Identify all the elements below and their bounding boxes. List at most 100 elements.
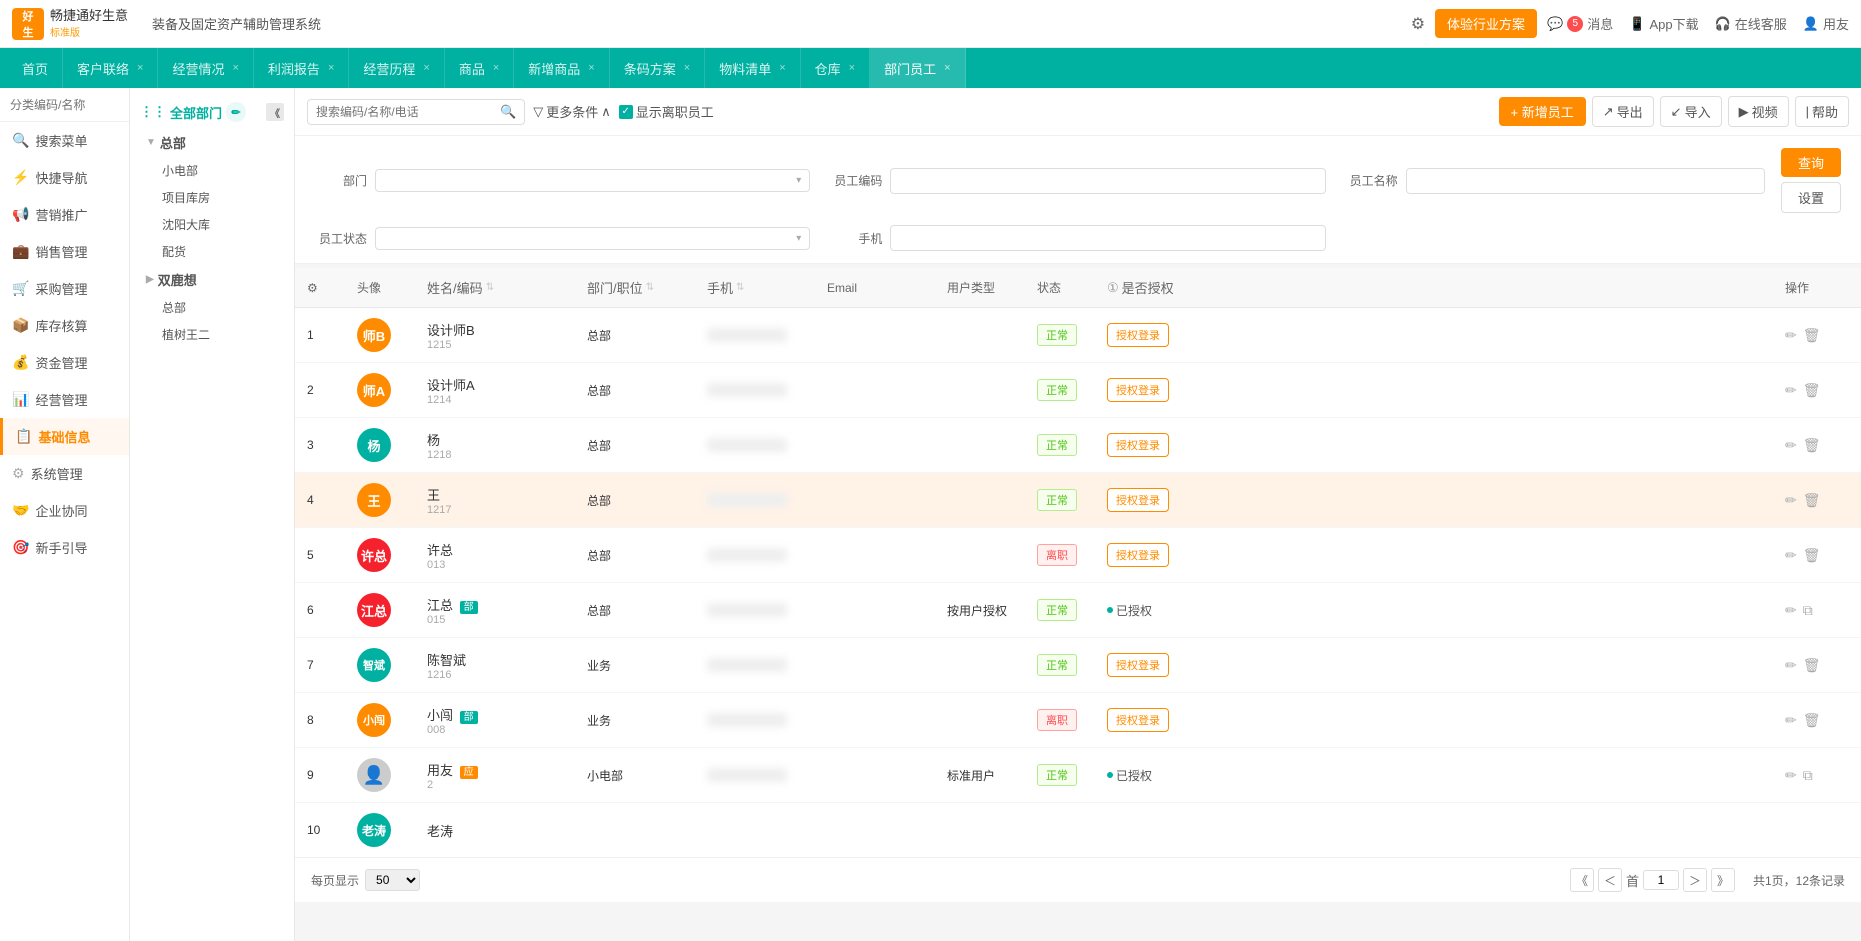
settings-icon[interactable]: ⚙ — [1411, 14, 1425, 34]
delete-icon[interactable]: 🗑 — [1803, 712, 1821, 729]
sidebar-item-finance[interactable]: 💰 资金管理 — [0, 344, 129, 381]
edit-icon[interactable]: ✏ — [1785, 382, 1797, 399]
online-service-button[interactable]: 🎧 在线客服 — [1715, 14, 1787, 33]
tab-profit[interactable]: 利润报告× — [254, 48, 349, 88]
try-industry-button[interactable]: 体验行业方案 — [1435, 9, 1537, 38]
dept-section-hq-title[interactable]: ▼ 总部 — [138, 128, 294, 157]
sidebar-item-ops[interactable]: 📊 经营管理 — [0, 381, 129, 418]
edit-icon[interactable]: ✏ — [1785, 712, 1797, 729]
tab-new-goods[interactable]: 新增商品× — [514, 48, 609, 88]
dept-node-xiaodian[interactable]: 小电部 — [138, 157, 294, 184]
sidebar-item-basic[interactable]: 📋 基础信息 — [0, 418, 129, 455]
sidebar-search-input[interactable] — [10, 98, 130, 112]
sidebar-item-inventory[interactable]: 📦 库存核算 — [0, 307, 129, 344]
emp-code-input[interactable] — [890, 168, 1325, 194]
more-filter-button[interactable]: ▽ 更多条件 ∧ — [533, 102, 611, 121]
next-page-button[interactable]: ＞ — [1683, 868, 1707, 892]
tab-customer[interactable]: 客户联络× — [63, 48, 158, 88]
delete-icon[interactable]: 🗑 — [1803, 382, 1821, 399]
sidebar-item-sys[interactable]: ⚙ 系统管理 — [0, 455, 129, 492]
app-download-button[interactable]: 📱 App下载 — [1629, 14, 1698, 33]
tab-goods[interactable]: 商品× — [445, 48, 514, 88]
tab-warehouse[interactable]: 仓库× — [801, 48, 870, 88]
copy-icon[interactable]: ⧉ — [1803, 602, 1813, 619]
edit-icon[interactable]: ✏ — [1785, 602, 1797, 619]
reset-button[interactable]: 设置 — [1781, 182, 1841, 213]
dept-node-project[interactable]: 项目库房 — [138, 184, 294, 211]
dept-section-shuanglu[interactable]: ▶ 双鹿想 — [138, 265, 294, 294]
col-settings[interactable]: ⚙ — [299, 268, 349, 307]
col-phone[interactable]: 手机 ⇅ — [699, 268, 819, 307]
import-button[interactable]: ↙ 导入 — [1660, 96, 1722, 127]
auth-button[interactable]: 授权登录 — [1107, 708, 1169, 732]
sidebar-item-collab[interactable]: 🤝 企业协同 — [0, 492, 129, 529]
delete-icon[interactable]: 🗑 — [1803, 547, 1821, 564]
dept-node-zhishu[interactable]: 植树王二 — [138, 321, 294, 348]
edit-icon[interactable]: ✏ — [1785, 437, 1797, 454]
dept-select[interactable]: ▾ — [375, 169, 810, 192]
sidebar-item-search[interactable]: 🔍 搜索菜单 — [0, 122, 129, 159]
sidebar-item-purchase[interactable]: 🛒 采购管理 — [0, 270, 129, 307]
delete-icon[interactable]: 🗑 — [1803, 657, 1821, 674]
edit-icon[interactable]: ✏ — [1785, 547, 1797, 564]
search-input[interactable] — [316, 105, 496, 119]
row5-empty — [1219, 545, 1777, 565]
user-menu[interactable]: 👤 用友 — [1803, 14, 1849, 33]
phone-input[interactable] — [890, 225, 1325, 251]
collab-icon: 🤝 — [12, 502, 29, 519]
last-page-button[interactable]: 》 — [1711, 868, 1735, 892]
per-page-select[interactable]: 50 100 — [365, 869, 420, 891]
delete-icon[interactable]: 🗑 — [1803, 437, 1821, 454]
dept-node-zongbu[interactable]: 总部 — [138, 294, 294, 321]
topbar-right: 💬 5 消息 📱 App下载 🎧 在线客服 👤 用友 — [1547, 14, 1849, 33]
edit-icon[interactable]: ✏ — [1785, 767, 1797, 784]
col-name[interactable]: 姓名/编码 ⇅ — [419, 268, 579, 307]
auth-button[interactable]: 授权登录 — [1107, 653, 1169, 677]
auth-button[interactable]: 授权登录 — [1107, 323, 1169, 347]
row7-avatar: 智斌 — [349, 638, 419, 692]
sidebar-item-guide[interactable]: 🎯 新手引导 — [0, 529, 129, 566]
sidebar-item-quicknav[interactable]: ⚡ 快捷导航 — [0, 159, 129, 196]
page-number-input[interactable] — [1643, 870, 1679, 890]
tab-history[interactable]: 经营历程× — [349, 48, 444, 88]
dept-collapse-button[interactable]: 《 — [266, 103, 284, 121]
avatar: 许总 — [357, 538, 391, 572]
tab-barcode[interactable]: 条码方案× — [610, 48, 705, 88]
emp-status-select[interactable]: ▾ — [375, 227, 810, 250]
message-button[interactable]: 💬 5 消息 — [1547, 14, 1613, 33]
emp-name-input[interactable] — [1406, 168, 1765, 194]
dept-node-shenyang[interactable]: 沈阳大库 — [138, 211, 294, 238]
row4-email — [819, 490, 939, 510]
video-icon: ▶ — [1739, 104, 1749, 120]
first-page-button[interactable]: 《 — [1570, 868, 1594, 892]
prev-page-button[interactable]: ＜ — [1598, 868, 1622, 892]
video-button[interactable]: ▶ 视频 — [1728, 96, 1789, 127]
tab-operation[interactable]: 经营情况× — [158, 48, 253, 88]
sidebar-item-sales[interactable]: 💼 销售管理 — [0, 233, 129, 270]
help-button[interactable]: | 帮助 — [1795, 96, 1849, 127]
auth-button[interactable]: 授权登录 — [1107, 543, 1169, 567]
dept-edit-icon[interactable]: ✏ — [226, 102, 246, 122]
delete-icon[interactable]: 🗑 — [1803, 327, 1821, 344]
tab-dept-staff[interactable]: 部门员工× — [870, 48, 965, 88]
add-employee-button[interactable]: + 新增员工 — [1499, 97, 1586, 126]
col-dept[interactable]: 部门/职位 ⇅ — [579, 268, 699, 307]
edit-icon[interactable]: ✏ — [1785, 492, 1797, 509]
edit-icon[interactable]: ✏ — [1785, 657, 1797, 674]
export-button[interactable]: ↗ 导出 — [1592, 96, 1654, 127]
auth-button[interactable]: 授权登录 — [1107, 433, 1169, 457]
show-disabled-toggle[interactable]: ✓ 显示离职员工 — [619, 102, 714, 121]
dept-header[interactable]: ⋮⋮ 全部部门 ✏ 《 — [130, 96, 294, 128]
search-button[interactable]: 查询 — [1781, 148, 1841, 177]
tab-home[interactable]: 首页 — [8, 48, 63, 88]
auth-button[interactable]: 授权登录 — [1107, 378, 1169, 402]
auth-button[interactable]: 授权登录 — [1107, 488, 1169, 512]
sidebar-item-marketing[interactable]: 📢 营销推广 — [0, 196, 129, 233]
form-row-emp-name: 员工名称 查询 设置 — [1346, 148, 1841, 213]
copy-icon[interactable]: ⧉ — [1803, 767, 1813, 784]
dept-node-peihuo[interactable]: 配货 — [138, 238, 294, 265]
delete-icon[interactable]: 🗑 — [1803, 492, 1821, 509]
edit-icon[interactable]: ✏ — [1785, 327, 1797, 344]
col-user-type: 用户类型 — [939, 268, 1029, 307]
tab-bom[interactable]: 物料清单× — [705, 48, 800, 88]
